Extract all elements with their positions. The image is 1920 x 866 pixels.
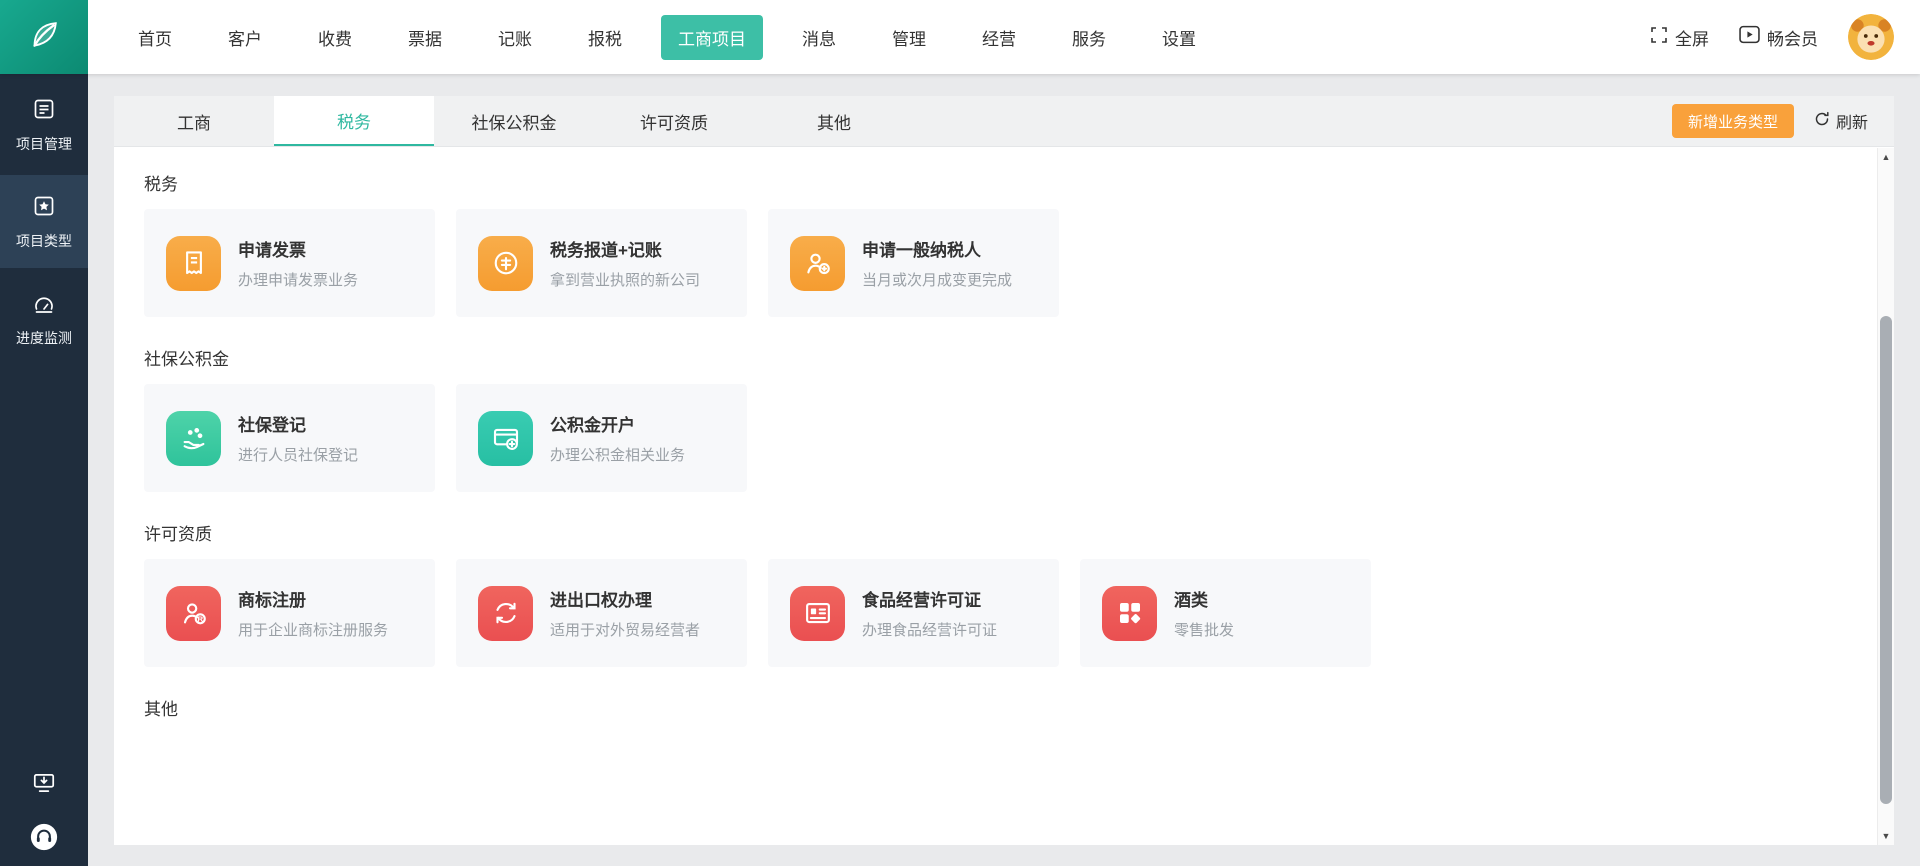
sidebar-item-label: 进度监测 <box>16 330 72 346</box>
service-card-tax-registration-bookkeeping[interactable]: 税务报道+记账 拿到营业执照的新公司 <box>456 209 747 317</box>
fullscreen-label: 全屏 <box>1675 29 1709 49</box>
section-title-tax: 税务 <box>144 175 178 194</box>
tab-social-insurance[interactable]: 社保公积金 <box>434 96 594 146</box>
cards-row-tax: 申请发票 办理申请发票业务 税务报道+记账 拿到营业执照的新公司 申请一般纳税人… <box>144 209 1877 317</box>
card-desc: 当月或次月成变更完成 <box>862 272 1013 289</box>
card-desc: 办理公积金相关业务 <box>550 447 686 464</box>
liquor-icon <box>1102 585 1157 641</box>
card-title: 酒类 <box>1174 591 1208 610</box>
nav-item-settings[interactable]: 设置 <box>1134 15 1224 60</box>
section-title-licenses: 许可资质 <box>144 525 212 544</box>
service-card-apply-invoice[interactable]: 申请发票 办理申请发票业务 <box>144 209 435 317</box>
service-card-food-business-license[interactable]: 食品经营许可证 办理食品经营许可证 <box>768 559 1059 667</box>
section-title-others: 其他 <box>144 700 178 719</box>
invoice-icon <box>166 235 221 291</box>
service-card-social-security-registration[interactable]: 社保登记 进行人员社保登记 <box>144 384 435 492</box>
left-sidebar: 项目管理 项目类型 进度监测 <box>0 74 88 866</box>
nav-item-bookkeeping[interactable]: 记账 <box>470 15 560 60</box>
card-desc: 进行人员社保登记 <box>238 447 359 464</box>
support-headset-icon[interactable] <box>29 822 59 852</box>
card-title: 申请发票 <box>238 241 306 260</box>
app-logo[interactable] <box>0 0 88 74</box>
nav-item-customers[interactable]: 客户 <box>200 15 290 60</box>
user-avatar[interactable] <box>1848 14 1894 60</box>
card-title: 税务报道+记账 <box>550 241 662 260</box>
card-title: 进出口权办理 <box>550 591 652 610</box>
scroll-up-arrow[interactable]: ▲ <box>1878 148 1894 166</box>
card-title: 申请一般纳税人 <box>862 241 981 260</box>
card-title: 公积金开户 <box>550 416 635 435</box>
card-desc: 用于企业商标注册服务 <box>238 622 389 639</box>
section-title-social-insurance: 社保公积金 <box>144 350 229 369</box>
nav-right-utilities: 全屏 畅会员 <box>1650 14 1920 60</box>
sidebar-item-project-types[interactable]: 项目类型 <box>0 175 88 268</box>
card-desc: 办理食品经营许可证 <box>862 622 998 639</box>
service-card-general-taxpayer[interactable]: 申请一般纳税人 当月或次月成变更完成 <box>768 209 1059 317</box>
member-label: 畅会员 <box>1767 29 1818 49</box>
category-tabs: 工商 税务 社保公积金 许可资质 其他 新增业务类型 刷新 <box>114 96 1894 147</box>
nav-item-business-projects[interactable]: 工商项目 <box>661 14 763 60</box>
service-card-trademark-registration[interactable]: R 商标注册 用于企业商标注册服务 <box>144 559 435 667</box>
member-play-icon <box>1739 25 1760 49</box>
main-area: 工商 税务 社保公积金 许可资质 其他 新增业务类型 刷新 税务 申请发票 办理… <box>88 74 1920 866</box>
card-title: 社保登记 <box>238 416 306 435</box>
card-title: 食品经营许可证 <box>862 591 981 610</box>
tab-others[interactable]: 其他 <box>754 96 914 146</box>
nav-item-operations[interactable]: 经营 <box>954 15 1044 60</box>
trademark-icon: R <box>166 585 221 641</box>
fund-account-icon <box>478 410 533 466</box>
nav-item-invoices[interactable]: 票据 <box>380 15 470 60</box>
main-nav: 首页 客户 收费 票据 记账 报税 工商项目 消息 管理 经营 服务 设置 <box>110 14 1224 60</box>
cards-row-licenses: R 商标注册 用于企业商标注册服务 进出口权办理 适用于对外贸易经营者 食品经营… <box>144 559 1877 667</box>
import-export-icon <box>478 585 533 641</box>
tab-business[interactable]: 工商 <box>114 96 274 146</box>
card-title: 商标注册 <box>238 591 306 610</box>
services-content: 税务 申请发票 办理申请发票业务 税务报道+记账 拿到营业执照的新公司 申请一般… <box>114 148 1877 845</box>
sidebar-item-progress-monitoring[interactable]: 进度监测 <box>0 272 88 365</box>
card-desc: 适用于对外贸易经营者 <box>550 622 701 639</box>
progress-monitor-icon <box>32 291 56 318</box>
download-client-icon[interactable] <box>31 770 57 796</box>
nav-item-messages[interactable]: 消息 <box>774 15 864 60</box>
sidebar-item-label: 项目管理 <box>16 136 72 152</box>
social-security-icon <box>166 410 221 466</box>
vertical-scrollbar[interactable]: ▲ ▼ <box>1877 148 1894 845</box>
sidebar-item-project-management[interactable]: 项目管理 <box>0 78 88 171</box>
top-navbar: 首页 客户 收费 票据 记账 报税 工商项目 消息 管理 经营 服务 设置 全屏 <box>0 0 1920 74</box>
nav-item-home[interactable]: 首页 <box>110 15 200 60</box>
leaf-logo-icon <box>24 15 64 60</box>
content-panel: 工商 税务 社保公积金 许可资质 其他 新增业务类型 刷新 税务 申请发票 办理… <box>114 96 1894 845</box>
service-card-liquor[interactable]: 酒类 零售批发 <box>1080 559 1371 667</box>
member-button[interactable]: 畅会员 <box>1739 25 1818 50</box>
fullscreen-icon <box>1650 26 1668 49</box>
tabstrip-actions: 新增业务类型 刷新 <box>1671 96 1894 146</box>
scrollbar-thumb[interactable] <box>1880 316 1892 804</box>
card-desc: 拿到营业执照的新公司 <box>550 272 701 289</box>
food-license-icon <box>790 585 845 641</box>
cards-row-social-insurance: 社保登记 进行人员社保登记 公积金开户 办理公积金相关业务 <box>144 384 1877 492</box>
tab-licenses[interactable]: 许可资质 <box>594 96 754 146</box>
sidebar-bottom-icons <box>0 770 88 852</box>
fullscreen-button[interactable]: 全屏 <box>1650 25 1709 50</box>
sidebar-item-label: 项目类型 <box>16 233 72 249</box>
scroll-down-arrow[interactable]: ▼ <box>1878 827 1894 845</box>
card-desc: 零售批发 <box>1174 622 1235 639</box>
project-management-icon <box>32 97 56 124</box>
taxpayer-icon <box>790 235 845 291</box>
nav-item-management[interactable]: 管理 <box>864 15 954 60</box>
card-desc: 办理申请发票业务 <box>238 272 359 289</box>
nav-item-billing[interactable]: 收费 <box>290 15 380 60</box>
nav-item-tax-filing[interactable]: 报税 <box>560 15 650 60</box>
service-card-import-export-rights[interactable]: 进出口权办理 适用于对外贸易经营者 <box>456 559 747 667</box>
service-card-housing-fund-account[interactable]: 公积金开户 办理公积金相关业务 <box>456 384 747 492</box>
add-business-type-button[interactable]: 新增业务类型 <box>1671 104 1794 138</box>
tab-tax[interactable]: 税务 <box>274 96 434 146</box>
refresh-icon <box>1814 111 1830 132</box>
svg-text:R: R <box>197 615 203 624</box>
refresh-label: 刷新 <box>1835 115 1868 132</box>
project-type-star-icon <box>32 194 56 221</box>
nav-item-services[interactable]: 服务 <box>1044 15 1134 60</box>
refresh-button[interactable]: 刷新 <box>1814 109 1868 133</box>
tax-ledger-icon <box>478 235 533 291</box>
